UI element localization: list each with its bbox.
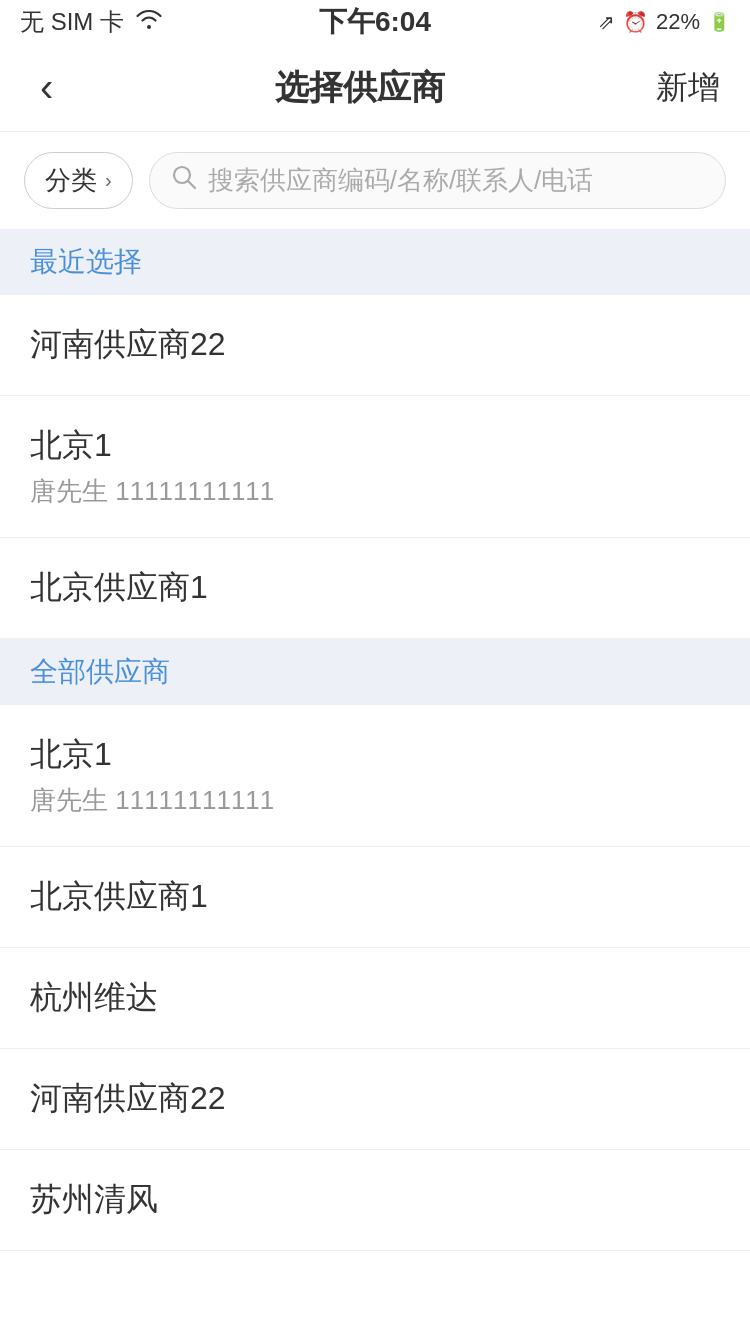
filter-bar: 分类 › (0, 132, 750, 229)
status-time: 下午6:04 (319, 3, 431, 41)
back-button[interactable]: ‹ (30, 55, 63, 120)
list-item[interactable]: 杭州维达 (0, 948, 750, 1049)
category-filter-button[interactable]: 分类 › (24, 152, 133, 209)
item-sub: 唐先生 11111111111 (30, 783, 720, 818)
category-label: 分类 (45, 163, 97, 198)
battery-text: 22% (656, 9, 700, 35)
search-box (149, 152, 726, 209)
svg-line-1 (188, 182, 195, 189)
list-item[interactable]: 河南供应商22 (0, 1049, 750, 1150)
add-button[interactable]: 新增 (656, 66, 720, 110)
item-name: 北京1 (30, 733, 720, 777)
item-name: 河南供应商22 (30, 1077, 720, 1121)
all-section-header: 全部供应商 (0, 639, 750, 705)
no-sim-text: 无 SIM 卡 (20, 6, 124, 38)
all-items-list: 北京1 唐先生 11111111111 北京供应商1 杭州维达河南供应商22 苏州清风 (0, 705, 750, 1251)
status-right: ⇗ ⏰ 22% 🔋 (598, 9, 730, 35)
list-item[interactable]: 河南供应商22 (0, 295, 750, 396)
alarm-icon: ⏰ (623, 10, 648, 34)
status-bar: 无 SIM 卡 下午6:04 ⇗ ⏰ 22% 🔋 (0, 0, 750, 44)
all-section-label: 全部供应商 (30, 656, 170, 687)
item-name: 北京供应商1 (30, 566, 720, 610)
chevron-right-icon: › (105, 169, 112, 192)
recent-items-list: 河南供应商22 北京1 唐先生 11111111111 北京供应商1 (0, 295, 750, 639)
item-name: 苏州清风 (30, 1178, 720, 1222)
recent-section-label: 最近选择 (30, 246, 142, 277)
svg-point-0 (174, 167, 190, 183)
nav-bar: ‹ 选择供应商 新增 (0, 44, 750, 132)
recent-section-header: 最近选择 (0, 229, 750, 295)
item-name: 杭州维达 (30, 976, 720, 1020)
search-input[interactable] (208, 165, 705, 196)
item-name: 河南供应商22 (30, 323, 720, 367)
status-left: 无 SIM 卡 (20, 6, 164, 38)
item-name: 北京供应商1 (30, 875, 720, 919)
wifi-icon (134, 8, 164, 36)
location-icon: ⇗ (598, 10, 615, 34)
item-sub: 唐先生 11111111111 (30, 474, 720, 509)
list-item[interactable]: 苏州清风 (0, 1150, 750, 1251)
list-item[interactable]: 北京供应商1 (0, 847, 750, 948)
search-icon (170, 163, 198, 198)
item-name: 北京1 (30, 424, 720, 468)
list-item[interactable]: 北京1 唐先生 11111111111 (0, 705, 750, 847)
list-item[interactable]: 北京供应商1 (0, 538, 750, 639)
list-item[interactable]: 北京1 唐先生 11111111111 (0, 396, 750, 538)
page-title: 选择供应商 (275, 65, 445, 111)
battery-icon: 🔋 (708, 11, 730, 33)
